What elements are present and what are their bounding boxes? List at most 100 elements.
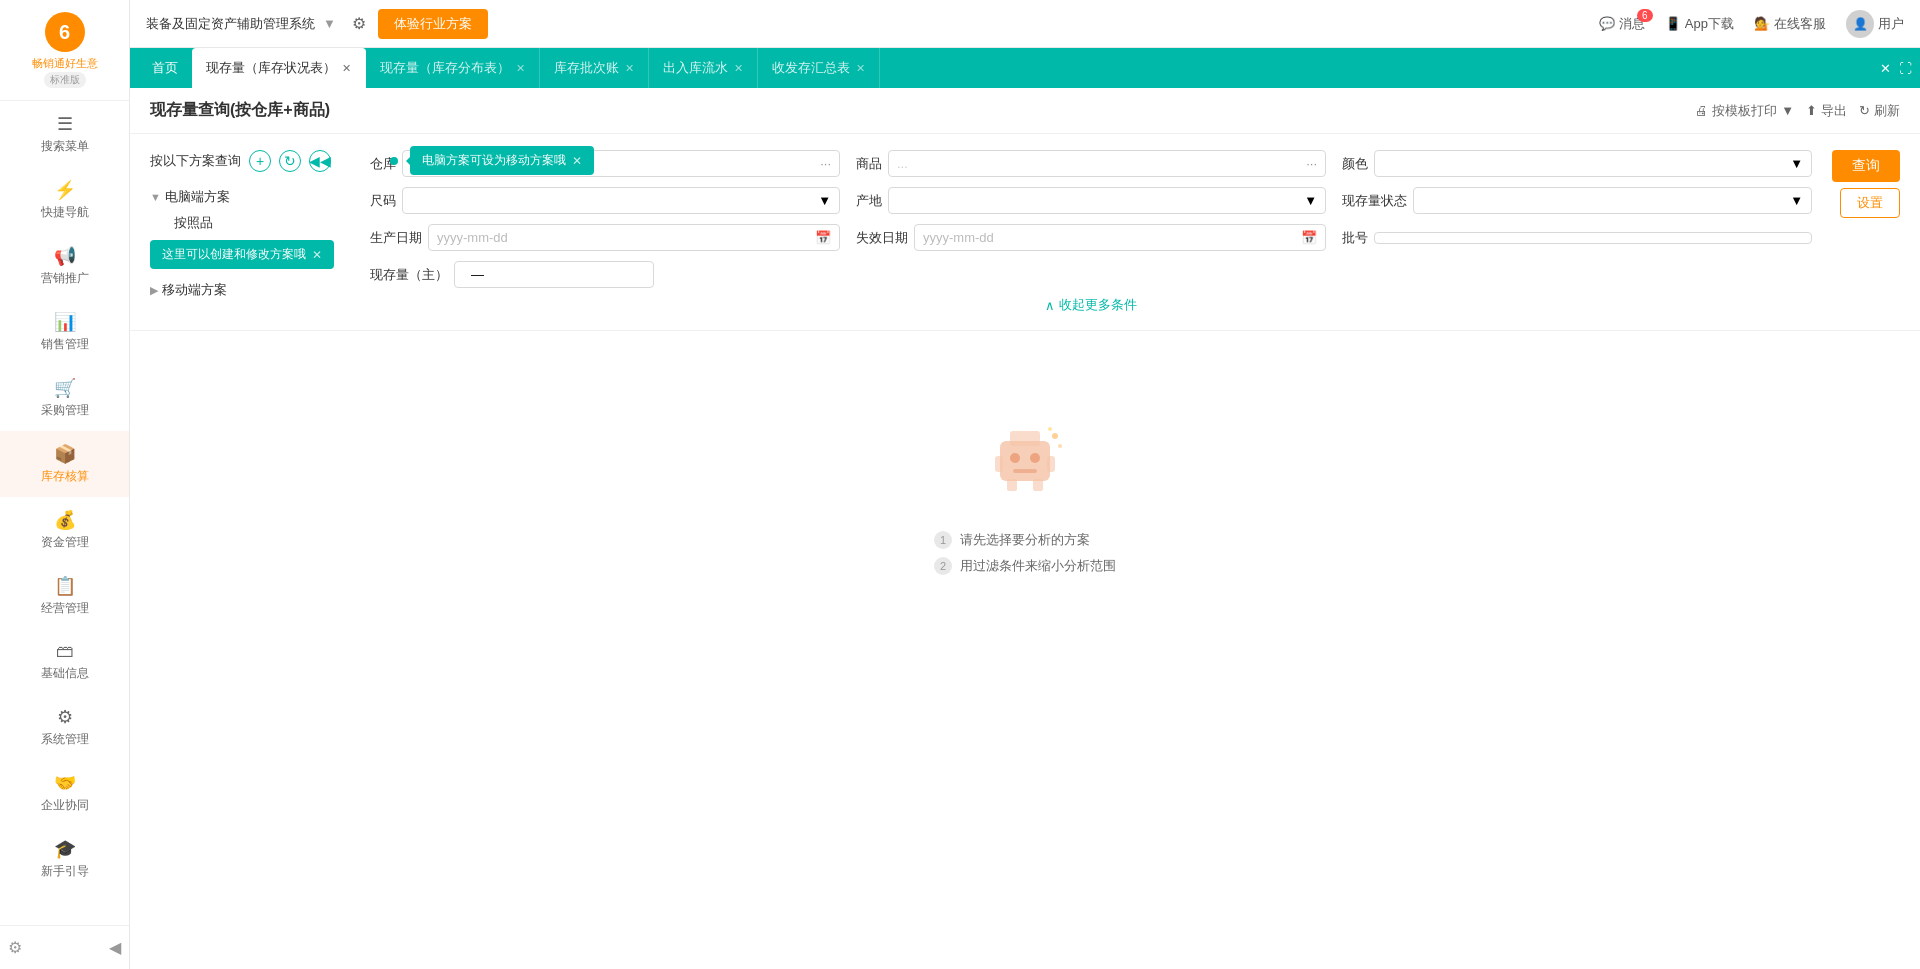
set-btn[interactable]: 设置 bbox=[1840, 188, 1900, 218]
sidebar-settings-btn[interactable]: ⚙ bbox=[8, 938, 22, 957]
filter-back-btn[interactable]: ◀◀ bbox=[309, 150, 331, 172]
filter-batch-row: 批号 bbox=[1342, 224, 1812, 251]
operations-icon: 📋 bbox=[54, 575, 76, 597]
filter-product-label: 商品 bbox=[856, 155, 882, 173]
sidebar-item-sales[interactable]: 📊 销售管理 bbox=[0, 299, 129, 365]
sidebar: 6 畅销通好生意 标准版 ☰ 搜索菜单 ⚡ 快捷导航 📢 营销推广 📊 销售管理… bbox=[0, 0, 130, 969]
filter-stock-main-input[interactable]: — bbox=[454, 261, 654, 288]
sidebar-item-label: 库存核算 bbox=[41, 468, 89, 485]
hint-text-2: 用过滤条件来缩小分析范围 bbox=[960, 557, 1116, 575]
scheme-pc[interactable]: ▼ 电脑端方案 bbox=[150, 184, 350, 210]
filter-expire-date-row: 失效日期 yyyy-mm-dd 📅 bbox=[856, 224, 1326, 251]
filter-origin-label: 产地 bbox=[856, 192, 882, 210]
trial-btn[interactable]: 体验行业方案 bbox=[378, 9, 488, 39]
message-badge: 6 bbox=[1637, 9, 1653, 22]
logo-icon: 6 bbox=[45, 12, 85, 52]
system-dropdown-icon[interactable]: ▼ bbox=[323, 16, 336, 31]
sidebar-item-system[interactable]: ⚙ 系统管理 bbox=[0, 694, 129, 760]
filter-stock-main-label: 现存量（主） bbox=[370, 266, 448, 284]
content-area: 现存量查询(按仓库+商品) 🖨 按模板打印 ▼ ⬆ 导出 ↻ 刷新 bbox=[130, 88, 1920, 969]
search-btn[interactable]: 查询 bbox=[1832, 150, 1900, 182]
sidebar-item-label: 系统管理 bbox=[41, 731, 89, 748]
filter-add-btn[interactable]: + bbox=[249, 150, 271, 172]
filter-color-label: 颜色 bbox=[1342, 155, 1368, 173]
sidebar-item-purchase[interactable]: 🛒 采购管理 bbox=[0, 365, 129, 431]
tab-inout-flow[interactable]: 出入库流水 ✕ bbox=[649, 48, 758, 88]
svg-rect-5 bbox=[995, 456, 1003, 472]
sidebar-bottom: ⚙ ◀ bbox=[0, 925, 129, 969]
filter-color-select[interactable]: ▼ bbox=[1374, 150, 1812, 177]
print-icon: 🖨 bbox=[1695, 103, 1708, 118]
sidebar-item-label: 企业协同 bbox=[41, 797, 89, 814]
svg-rect-0 bbox=[1000, 441, 1050, 481]
tab-receive-summary[interactable]: 收发存汇总表 ✕ bbox=[758, 48, 880, 88]
filter-expire-date-input[interactable]: yyyy-mm-dd 📅 bbox=[914, 224, 1326, 251]
user-action[interactable]: 👤 用户 bbox=[1846, 10, 1904, 38]
online-service-action[interactable]: 💁 在线客服 bbox=[1754, 15, 1826, 33]
tab-bar: 首页 现存量（库存状况表） ✕ 现存量（库存分布表） ✕ 库存批次账 ✕ 出入库… bbox=[130, 48, 1920, 88]
sidebar-collapse-btn[interactable]: ◀ bbox=[109, 938, 121, 957]
filter-prod-date-input[interactable]: yyyy-mm-dd 📅 bbox=[428, 224, 840, 251]
tab-inventory-dist[interactable]: 现存量（库存分布表） ✕ bbox=[366, 48, 540, 88]
tab-close-all-icon[interactable]: ✕ bbox=[1880, 61, 1891, 76]
tab-close-inventory-status[interactable]: ✕ bbox=[342, 62, 351, 75]
filter-stock-status-select[interactable]: ▼ bbox=[1413, 187, 1812, 214]
collapse-bar[interactable]: ∧ 收起更多条件 bbox=[370, 296, 1812, 314]
user-avatar: 👤 bbox=[1846, 10, 1874, 38]
search-menu-icon: ☰ bbox=[57, 113, 73, 135]
empty-state: 1 请先选择要分析的方案 2 用过滤条件来缩小分析范围 bbox=[130, 331, 1920, 655]
scheme-mobile[interactable]: ▶ 移动端方案 bbox=[150, 277, 350, 303]
print-btn[interactable]: 🖨 按模板打印 ▼ bbox=[1695, 102, 1794, 120]
filter-refresh-btn[interactable]: ↻ bbox=[279, 150, 301, 172]
filter-label: 按以下方案查询 bbox=[150, 152, 241, 170]
filter-product-input[interactable]: ... ··· bbox=[888, 150, 1326, 177]
tab-close-inventory-batch[interactable]: ✕ bbox=[625, 62, 634, 75]
tooltip-create-close[interactable]: ✕ bbox=[312, 248, 322, 262]
scheme-pc-label: 电脑端方案 bbox=[165, 188, 230, 206]
message-action[interactable]: 💬 消息 6 bbox=[1599, 15, 1645, 33]
filter-header: 按以下方案查询 + ↻ ◀◀ 电脑方案可设为移动方案哦 ✕ bbox=[150, 150, 350, 172]
sidebar-item-label: 资金管理 bbox=[41, 534, 89, 551]
hint-text-1: 请先选择要分析的方案 bbox=[960, 531, 1090, 549]
logo-badge: 标准版 bbox=[44, 72, 86, 88]
svg-point-10 bbox=[1058, 444, 1062, 448]
refresh-btn[interactable]: ↻ 刷新 bbox=[1859, 102, 1900, 120]
filter-origin-select[interactable]: ▼ bbox=[888, 187, 1326, 214]
tab-close-receive-summary[interactable]: ✕ bbox=[856, 62, 865, 75]
sidebar-item-quick-nav[interactable]: ⚡ 快捷导航 bbox=[0, 167, 129, 233]
page-title-bar: 现存量查询(按仓库+商品) 🖨 按模板打印 ▼ ⬆ 导出 ↻ 刷新 bbox=[130, 88, 1920, 134]
scheme-mobile-label: 移动端方案 bbox=[162, 281, 227, 299]
inventory-icon: 📦 bbox=[54, 443, 76, 465]
filter-size-select[interactable]: ▼ bbox=[402, 187, 840, 214]
tab-home[interactable]: 首页 bbox=[138, 48, 192, 88]
system-icon: ⚙ bbox=[57, 706, 73, 728]
export-btn[interactable]: ⬆ 导出 bbox=[1806, 102, 1847, 120]
tooltip-scheme-close[interactable]: ✕ bbox=[572, 154, 582, 168]
sidebar-item-marketing[interactable]: 📢 营销推广 bbox=[0, 233, 129, 299]
filter-color-row: 颜色 ▼ bbox=[1342, 150, 1812, 177]
header-settings-btn[interactable]: ⚙ bbox=[352, 14, 366, 33]
svg-point-9 bbox=[1052, 433, 1058, 439]
filter-product-row: 商品 ... ··· bbox=[856, 150, 1326, 177]
tab-inventory-status[interactable]: 现存量（库存状况表） ✕ bbox=[192, 48, 366, 88]
app-download-action[interactable]: 📱 App下载 bbox=[1665, 15, 1734, 33]
filter-batch-input[interactable] bbox=[1374, 232, 1812, 244]
expire-date-calendar-icon: 📅 bbox=[1301, 230, 1317, 245]
svg-rect-1 bbox=[1010, 431, 1040, 446]
tab-close-inventory-dist[interactable]: ✕ bbox=[516, 62, 525, 75]
tab-inventory-batch[interactable]: 库存批次账 ✕ bbox=[540, 48, 649, 88]
tab-close-inout-flow[interactable]: ✕ bbox=[734, 62, 743, 75]
empty-icon bbox=[975, 411, 1075, 511]
print-dropdown-icon: ▼ bbox=[1781, 103, 1794, 118]
sidebar-item-search-menu[interactable]: ☰ 搜索菜单 bbox=[0, 101, 129, 167]
prod-date-calendar-icon: 📅 bbox=[815, 230, 831, 245]
sidebar-item-operations[interactable]: 📋 经营管理 bbox=[0, 563, 129, 629]
sidebar-item-assets[interactable]: 💰 资金管理 bbox=[0, 497, 129, 563]
scheme-pc-sub[interactable]: 按照品 bbox=[150, 210, 350, 236]
sidebar-item-label: 采购管理 bbox=[41, 402, 89, 419]
sidebar-item-inventory[interactable]: 📦 库存核算 bbox=[0, 431, 129, 497]
sidebar-item-enterprise[interactable]: 🤝 企业协同 bbox=[0, 760, 129, 826]
sidebar-item-basics[interactable]: 🗃 基础信息 bbox=[0, 629, 129, 694]
sidebar-item-guide[interactable]: 🎓 新手引导 bbox=[0, 826, 129, 892]
tab-expand-icon[interactable]: ⛶ bbox=[1899, 61, 1912, 76]
